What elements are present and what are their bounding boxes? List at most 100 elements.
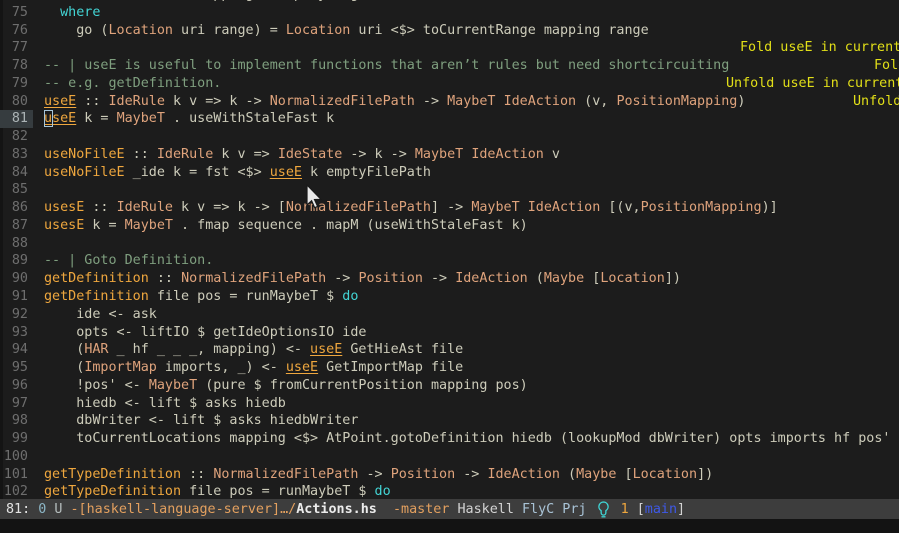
code-text: -- | useE is useful to implement functio… — [44, 58, 730, 74]
code-text: (ImportMap imports, _) <- useE GetImport… — [44, 360, 464, 376]
code-line[interactable]: 94 (HAR _ hf _ _ _, mapping) <- useE Get… — [0, 341, 899, 359]
code-line[interactable]: 91 getDefinition file pos = runMaybeT $ d… — [0, 288, 899, 306]
line-number: 75 — [11, 4, 28, 20]
code-line[interactable]: 92 ide <- ask — [0, 306, 899, 324]
code-line[interactable]: 102 getTypeDefinition file pos = runMaybe… — [0, 483, 899, 499]
code-text: useNoFileE :: IdeRule k v => IdeState ->… — [44, 146, 560, 162]
line-number: 100 — [3, 448, 28, 464]
line-number: 91 — [11, 289, 28, 305]
text-cursor — [44, 110, 53, 127]
code-text: (HAR _ hf _ _ _, mapping) <- useE GetHie… — [44, 342, 464, 358]
code-action-sideline[interactable]: Fold — [874, 57, 899, 75]
modeline-segment: ] — [677, 501, 686, 517]
line-number: 93 — [11, 324, 28, 340]
code-line[interactable]: 85 — [0, 181, 899, 199]
modeline-segment: 81: — [6, 501, 39, 517]
modeline-segment: 0 — [38, 501, 55, 517]
line-number: 84 — [11, 164, 28, 180]
code-text: toCurrentLocations mapping <$> AtPoint.g… — [44, 431, 891, 447]
code-line[interactable]: 89 -- | Goto Definition. — [0, 252, 899, 270]
code-line[interactable]: 95 (ImportMap imports, _) <- useE GetImp… — [0, 359, 899, 377]
line-number: 99 — [11, 431, 28, 447]
code-line[interactable]: 96 !pos' <- MaybeT (pure $ fromCurrentPo… — [0, 377, 899, 395]
code-line[interactable]: 87 usesE k = MaybeT . fmap sequence . map… — [0, 217, 899, 235]
modeline-segment: main — [644, 501, 678, 517]
code-text: useE k = MaybeT . useWithStaleFast k — [44, 111, 335, 127]
line-number: 76 — [11, 22, 28, 38]
modeline-segment: -master — [376, 501, 450, 517]
line-number: 89 — [11, 253, 28, 269]
code-action-sideline[interactable]: Unfold useE in current — [726, 75, 899, 93]
line-number: 94 — [11, 342, 28, 358]
code-line[interactable]: 97 hiedb <- lift $ asks hiedb — [0, 395, 899, 413]
code-action-sideline[interactable]: Fold useE in current — [740, 39, 899, 57]
minibuffer[interactable] — [0, 519, 899, 533]
code-text: !pos' <- MaybeT (pure $ fromCurrentPosit… — [44, 377, 528, 393]
code-text: dbWriter <- lift $ asks hiedbWriter — [44, 413, 359, 429]
code-text: opts <- liftIO $ getIdeOptionsIO ide — [44, 324, 367, 340]
code-line[interactable]: 83 useNoFileE :: IdeRule k v => IdeState … — [0, 146, 899, 164]
code-line[interactable]: 84 useNoFileE _ide k = fst <$> useE k emp… — [0, 164, 899, 182]
lightbulb-icon — [597, 500, 610, 518]
code-text: getDefinition :: NormalizedFilePath -> P… — [44, 271, 681, 287]
line-number: 92 — [11, 306, 28, 322]
line-number: 80 — [11, 93, 28, 109]
line-number: 83 — [11, 146, 28, 162]
line-number: 90 — [11, 271, 28, 287]
code-text: useNoFileE _ide k = fst <$> useE k empty… — [44, 164, 431, 180]
code-line[interactable]: 76 go (Location uri range) = Location ur… — [0, 22, 899, 40]
code-text: getTypeDefinition file pos = runMaybeT $… — [44, 484, 391, 499]
line-number: 98 — [11, 413, 28, 429]
code-line[interactable]: 80 useE :: IdeRule k v => k -> Normalized… — [0, 93, 899, 111]
line-number: 95 — [11, 360, 28, 376]
code-text: where — [60, 4, 101, 20]
code-text: -- e.g. getDefinition. — [44, 75, 222, 91]
code-text: getTypeDefinition :: NormalizedFilePath … — [44, 466, 714, 482]
modeline-segment: -[haskell-language-server] — [70, 501, 281, 517]
modeline-segment: …/ — [280, 501, 297, 517]
modeline-segment: U — [54, 501, 71, 517]
modeline-segment: Actions.hs — [296, 501, 377, 517]
line-number: 88 — [11, 235, 28, 251]
code-text: usesE k = MaybeT . fmap sequence . mapM … — [44, 217, 528, 233]
code-text: hiedb <- lift $ asks hiedb — [44, 395, 286, 411]
code-line[interactable]: 75 where — [0, 4, 899, 22]
line-number: 86 — [11, 200, 28, 216]
line-number: 78 — [11, 58, 28, 74]
code-text: getDefinition file pos = runMaybeT $ do — [44, 289, 359, 305]
line-number: 101 — [3, 466, 28, 482]
line-number: 87 — [11, 217, 28, 233]
code-line[interactable]: 88 — [0, 235, 899, 253]
code-text: -- | Goto Definition. — [44, 253, 214, 269]
code-action-sideline[interactable]: Unfold — [853, 93, 899, 111]
line-number: 96 — [11, 377, 28, 393]
code-line[interactable]: 99 toCurrentLocations mapping <$> AtPoin… — [0, 430, 899, 448]
code-line[interactable]: 101 getTypeDefinition :: NormalizedFilePa… — [0, 466, 899, 484]
code-text: usesE :: IdeRule k v => k -> [Normalized… — [44, 200, 778, 216]
code-line[interactable]: 100 — [0, 448, 899, 466]
code-line[interactable]: 90 getDefinition :: NormalizedFilePath ->… — [0, 270, 899, 288]
line-number: 81 — [0, 110, 33, 129]
line-number: 85 — [11, 182, 28, 198]
code-text: go (Location uri range) = Location uri <… — [44, 22, 649, 38]
emacs-frame: 74toCurrentLocations mapping = mapMaybe … — [0, 0, 899, 533]
modeline-segment: [ — [628, 501, 645, 517]
code-line[interactable]: 98 dbWriter <- lift $ asks hiedbWriter — [0, 412, 899, 430]
code-editor[interactable]: 74toCurrentLocations mapping = mapMaybe … — [0, 0, 899, 499]
modeline-segment: Haskell — [449, 501, 514, 517]
line-number: 77 — [11, 40, 28, 56]
modeline-segment: 1 — [612, 501, 629, 517]
line-number: 102 — [3, 484, 28, 499]
code-line[interactable]: 93 opts <- liftIO $ getIdeOptionsIO ide — [0, 324, 899, 342]
code-text: useE :: IdeRule k v => k -> NormalizedFi… — [44, 93, 746, 109]
line-number: 97 — [11, 395, 28, 411]
line-number: 79 — [11, 75, 28, 91]
modeline-segment: FlyC — [513, 501, 555, 517]
code-text: ide <- ask — [44, 306, 157, 322]
mode-line: 81: 0 U -[haskell-language-server] …/Acti… — [0, 499, 899, 519]
code-line[interactable]: 78 -- | useE is useful to implement funct… — [0, 57, 899, 75]
code-line[interactable]: 82 — [0, 128, 899, 146]
code-line[interactable]: 81 useE k = MaybeT . useWithStaleFast k — [0, 110, 899, 129]
code-line[interactable]: 86 usesE :: IdeRule k v => k -> [Normaliz… — [0, 199, 899, 217]
modeline-segment: Prj — [554, 501, 595, 517]
